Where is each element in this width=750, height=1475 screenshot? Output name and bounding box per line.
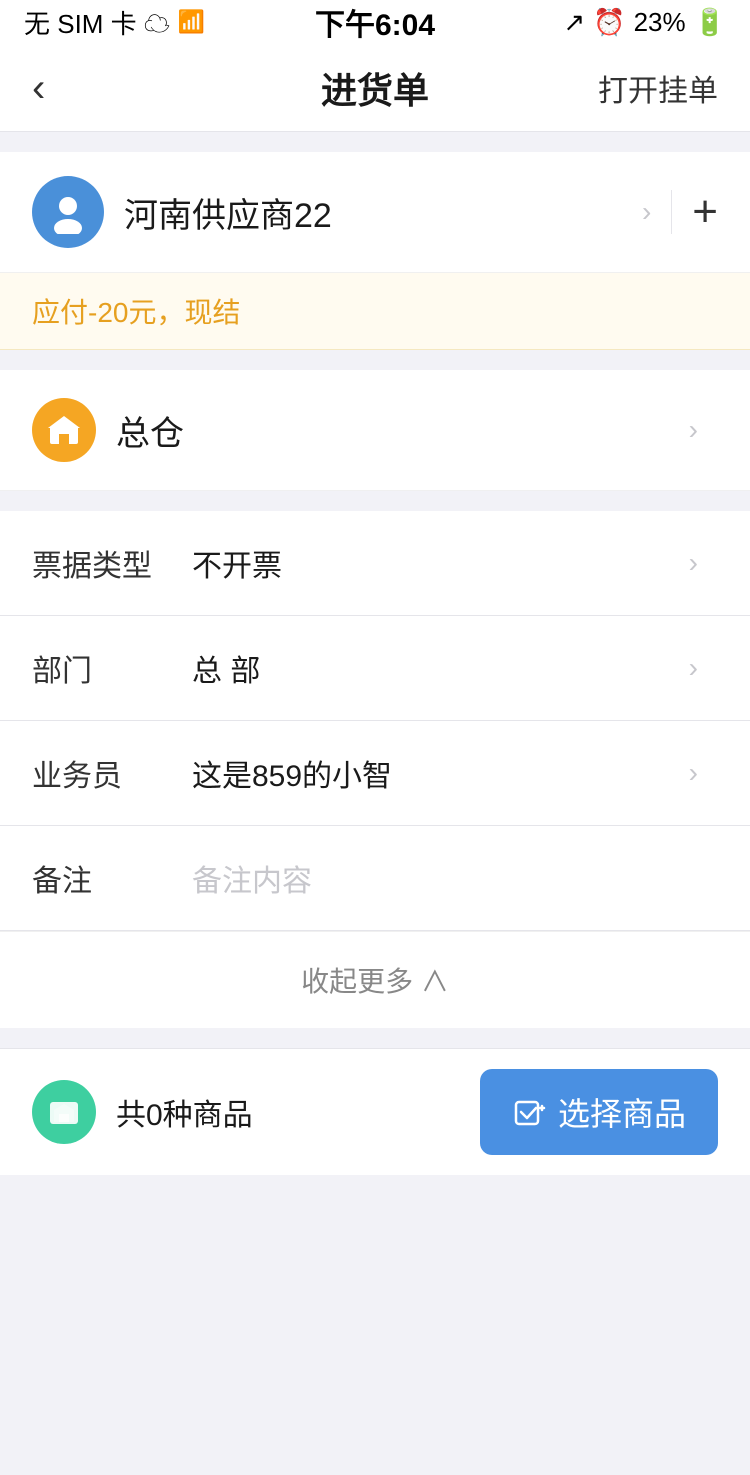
status-time: 下午6:04 <box>315 0 435 44</box>
sim-label: 无 SIM 卡 ☁ <box>24 4 170 41</box>
supplier-card: 河南供应商22 › + 应付-20元，现结 <box>0 152 750 350</box>
staff-label: 业务员 <box>32 751 172 795</box>
invoice-type-label: 票据类型 <box>32 541 172 585</box>
staff-chevron-icon: › <box>689 757 698 789</box>
department-row[interactable]: 部门 总 部 › <box>0 616 750 721</box>
department-value: 总 部 <box>192 646 689 690</box>
section-gap-1 <box>0 132 750 152</box>
status-bar: 无 SIM 卡 ☁ 📶 下午6:04 ↗ ⏰ 23% 🔋 <box>0 0 750 44</box>
product-icon <box>32 1080 96 1144</box>
warehouse-row[interactable]: 总仓 › <box>0 370 750 491</box>
collapse-label: 收起更多 ∧ <box>301 966 449 997</box>
warehouse-chevron-icon: › <box>689 414 698 446</box>
remark-placeholder[interactable]: 备注内容 <box>192 856 718 900</box>
status-left: 无 SIM 卡 ☁ 📶 <box>24 4 205 41</box>
nav-bar: ‹ 进货单 打开挂单 <box>0 44 750 132</box>
warehouse-icon <box>32 398 96 462</box>
remark-row[interactable]: 备注 备注内容 <box>0 826 750 931</box>
page-title: 进货单 <box>321 62 429 114</box>
select-product-button[interactable]: 选择商品 <box>480 1069 718 1155</box>
supplier-name: 河南供应商22 <box>124 188 642 237</box>
status-right: ↗ ⏰ 23% 🔋 <box>563 7 726 38</box>
supplier-row[interactable]: 河南供应商22 › + <box>0 152 750 273</box>
section-gap-3 <box>0 491 750 511</box>
open-pending-button[interactable]: 打开挂单 <box>598 66 718 110</box>
notice-banner: 应付-20元，现结 <box>0 273 750 350</box>
staff-row[interactable]: 业务员 这是859的小智 › <box>0 721 750 826</box>
invoice-chevron-icon: › <box>689 547 698 579</box>
department-chevron-icon: › <box>689 652 698 684</box>
back-button[interactable]: ‹ <box>32 68 45 108</box>
remark-label: 备注 <box>32 856 172 900</box>
supplier-avatar <box>32 176 104 248</box>
select-product-label: 选择商品 <box>558 1089 686 1135</box>
product-count: 共0种商品 <box>116 1090 460 1134</box>
location-icon: ↗ <box>563 7 585 38</box>
staff-value: 这是859的小智 <box>192 751 689 795</box>
invoice-type-row[interactable]: 票据类型 不开票 › <box>0 511 750 616</box>
add-supplier-button[interactable]: + <box>671 190 718 234</box>
form-card: 票据类型 不开票 › 部门 总 部 › 业务员 这是859的小智 › 备注 备注… <box>0 511 750 1028</box>
warehouse-name: 总仓 <box>116 406 689 455</box>
invoice-type-value: 不开票 <box>192 541 689 585</box>
supplier-chevron-icon: › <box>642 196 651 228</box>
department-label: 部门 <box>32 646 172 690</box>
bottom-bar: 共0种商品 选择商品 <box>0 1048 750 1175</box>
battery-icon: 🔋 <box>694 7 726 38</box>
battery-percent: 23% <box>634 7 686 38</box>
page-background <box>0 1175 750 1475</box>
alarm-icon: ⏰ <box>593 7 625 38</box>
section-gap-2 <box>0 350 750 370</box>
collapse-button[interactable]: 收起更多 ∧ <box>0 931 750 1028</box>
select-product-icon <box>512 1094 548 1130</box>
wifi-icon: 📶 <box>178 9 205 35</box>
